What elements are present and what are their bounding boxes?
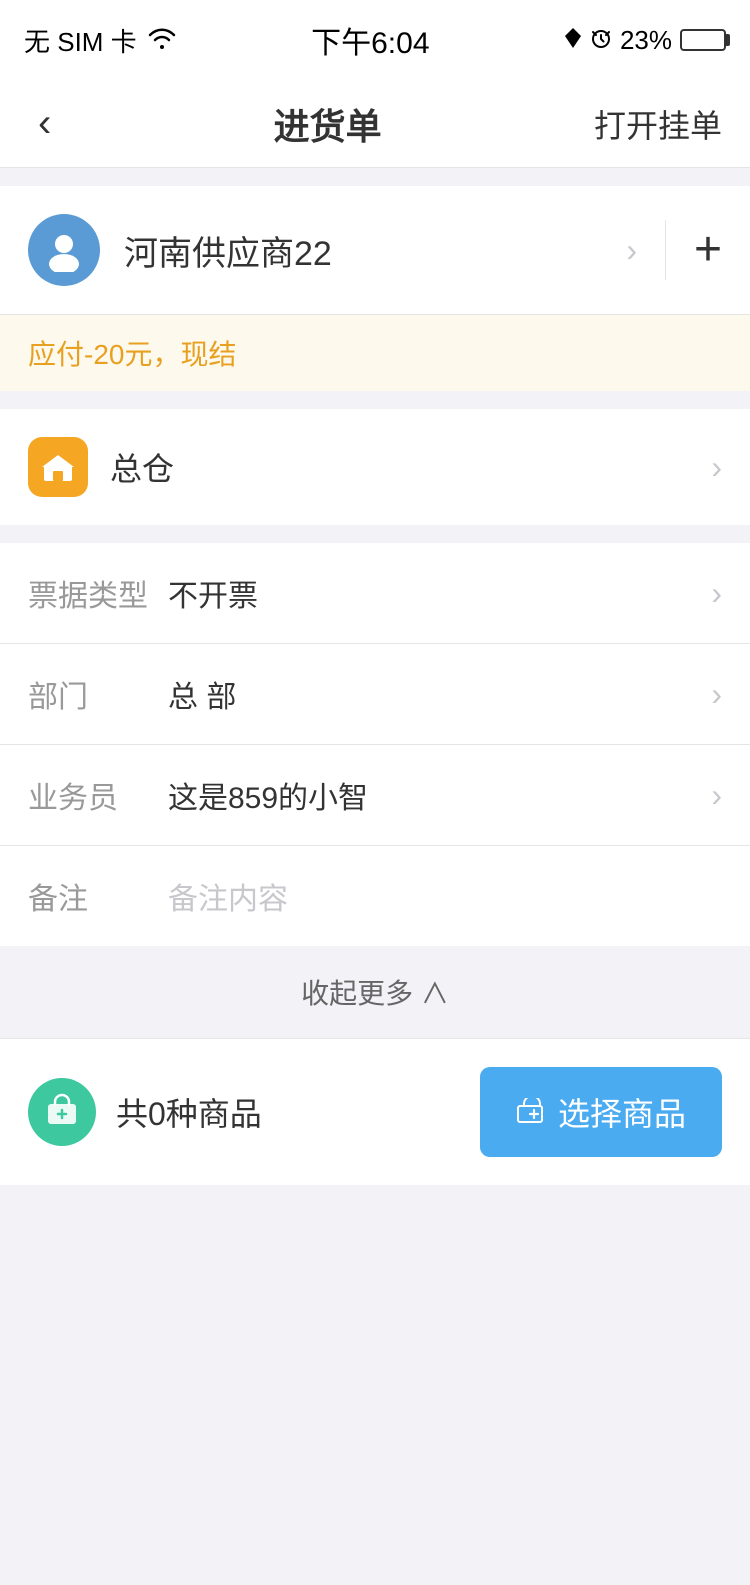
note-label: 备注 [28,874,148,918]
invoice-value: 不开票 [168,571,711,615]
battery-icon [680,29,726,51]
location-icon [564,25,582,56]
invoice-label: 票据类型 [28,571,148,615]
nav-bar: ‹ 进货单 打开挂单 [0,80,750,168]
status-right: 23% [564,25,726,56]
salesperson-row[interactable]: 业务员 这是859的小智 › [0,744,750,845]
warehouse-section: 总仓 › [0,409,750,525]
page-title: 进货单 [274,98,382,150]
product-row: 共0种商品 选择商品 [0,1038,750,1185]
divider [665,220,666,280]
open-pending-button[interactable]: 打开挂单 [594,101,722,147]
collapse-button[interactable]: 收起更多 ∧ [0,946,750,1038]
supplier-chevron-icon: › [626,232,637,269]
note-row[interactable]: 备注 备注内容 [0,845,750,946]
invoice-row[interactable]: 票据类型 不开票 › [0,543,750,643]
status-bar: 无 SIM 卡 下午6:04 23% [0,0,750,80]
form-section: 票据类型 不开票 › 部门 总 部 › 业务员 这是859的小智 › 备注 备注… [0,543,750,946]
note-input[interactable]: 备注内容 [168,874,722,918]
wifi-icon [147,25,177,56]
page-background [0,1185,750,1585]
supplier-row[interactable]: 河南供应商22 › + [0,186,750,315]
department-row[interactable]: 部门 总 部 › [0,643,750,744]
back-button[interactable]: ‹ [28,91,61,156]
invoice-chevron-icon: › [711,575,722,612]
salesperson-label: 业务员 [28,773,148,817]
product-count: 共0种商品 [116,1089,480,1135]
department-chevron-icon: › [711,676,722,713]
supplier-section: 河南供应商22 › + 应付-20元，现结 [0,186,750,391]
warehouse-chevron-icon: › [711,449,722,486]
product-icon [28,1078,96,1146]
warehouse-icon [28,437,88,497]
section-gap-3 [0,525,750,543]
info-banner: 应付-20元，现结 [0,315,750,391]
alarm-icon [590,25,612,56]
salesperson-chevron-icon: › [711,777,722,814]
salesperson-value: 这是859的小智 [168,773,711,817]
warehouse-name: 总仓 [110,444,711,490]
warehouse-row[interactable]: 总仓 › [0,409,750,525]
select-goods-button[interactable]: 选择商品 [480,1067,722,1157]
section-gap-1 [0,168,750,186]
status-time: 下午6:04 [311,18,429,62]
section-gap-2 [0,391,750,409]
supplier-name: 河南供应商22 [124,226,626,275]
status-carrier: 无 SIM 卡 [24,22,177,59]
add-supplier-button[interactable]: + [694,226,722,274]
battery-percent: 23% [620,25,672,56]
department-value: 总 部 [168,672,711,716]
department-label: 部门 [28,672,148,716]
supplier-avatar [28,214,100,286]
